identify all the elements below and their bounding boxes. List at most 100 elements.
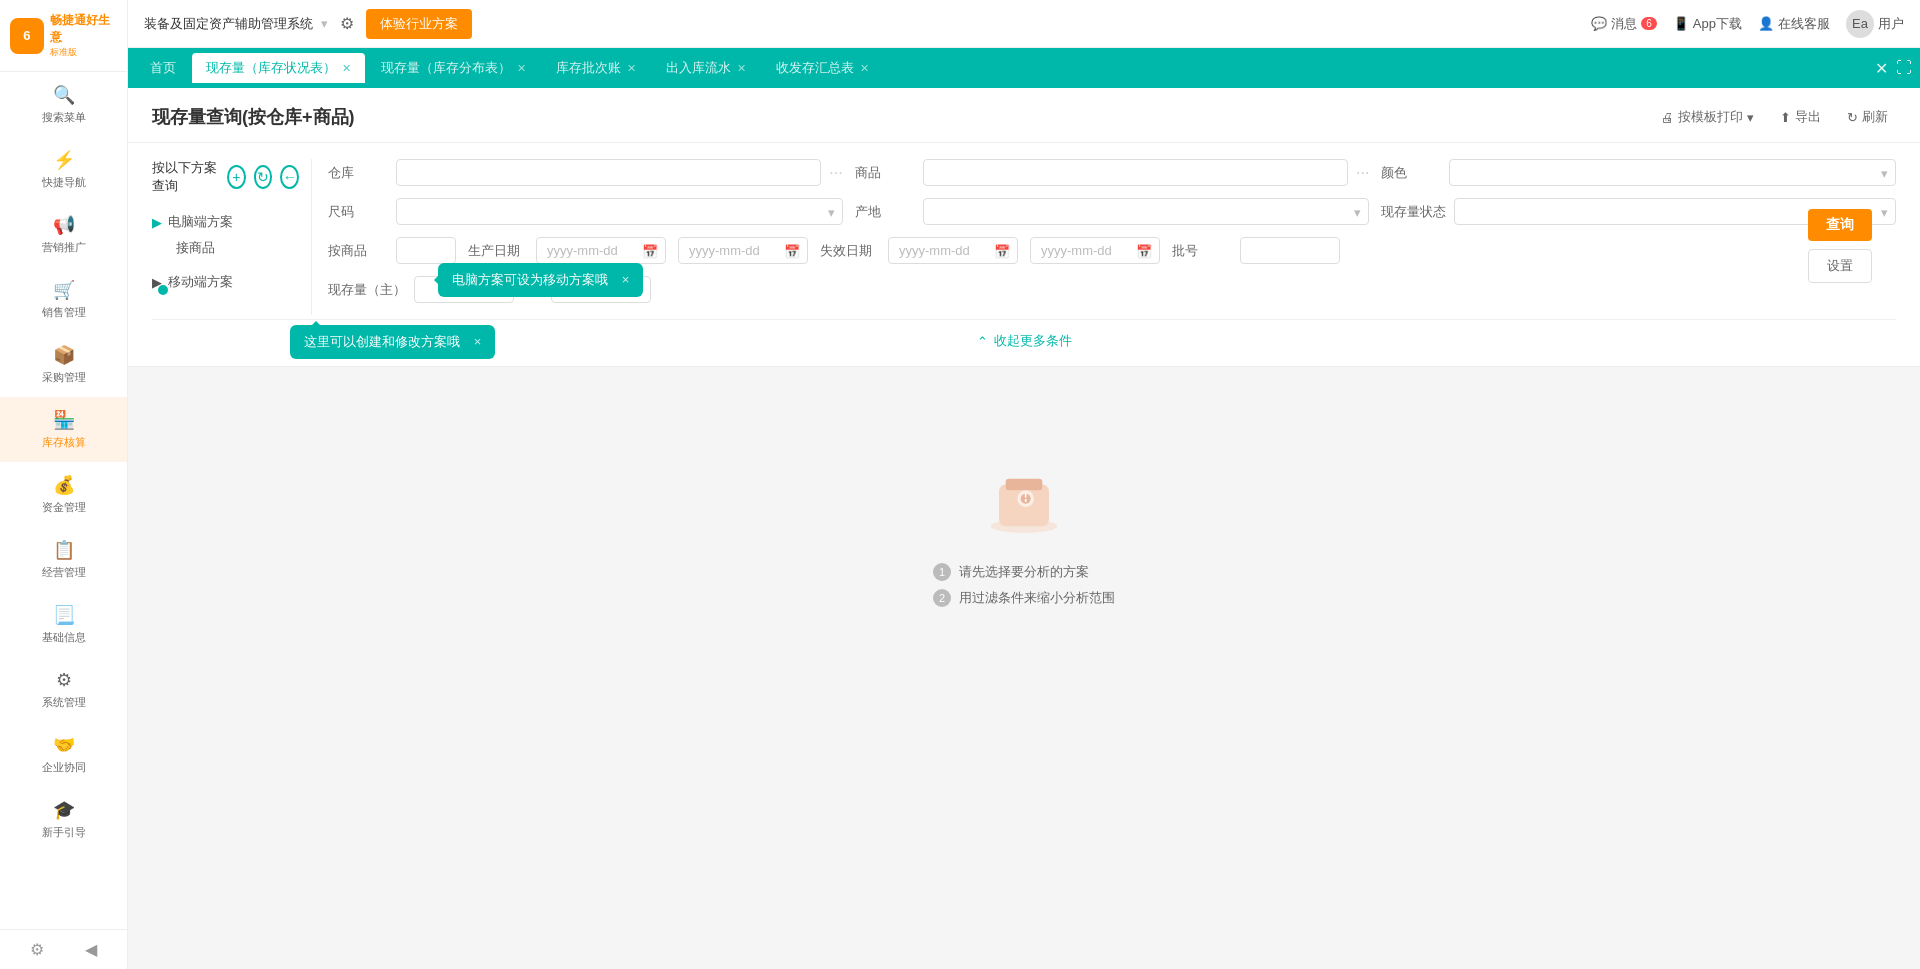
user-avatar-button[interactable]: Ea 用户 xyxy=(1846,10,1904,38)
batch-input[interactable] xyxy=(1240,237,1340,264)
search-button[interactable]: 查询 xyxy=(1808,209,1872,241)
tip-num-2: 2 xyxy=(933,589,951,607)
tab-inventory-dist-close[interactable]: ✕ xyxy=(517,62,526,75)
sidebar-item-enterprise[interactable]: 🤝 企业协同 xyxy=(0,722,127,787)
scheme-item-goods[interactable]: 接商品 xyxy=(152,235,299,261)
collapse-label: 收起更多条件 xyxy=(994,332,1072,350)
tab-in-out-flow[interactable]: 出入库流水 ✕ xyxy=(652,53,760,83)
back-scheme-button[interactable]: ← xyxy=(280,165,299,189)
chevron-up-icon: ⌃ xyxy=(977,334,988,349)
indicator-dot xyxy=(158,285,168,295)
print-template-button[interactable]: 🖨 按模板打印 ▾ xyxy=(1653,104,1762,130)
sidebar-item-newbie[interactable]: 🎓 新手引导 xyxy=(0,787,127,852)
desktop-scheme-label: 电脑端方案 xyxy=(168,213,233,231)
sidebar-item-label: 资金管理 xyxy=(42,500,86,515)
system-icon: ⚙ xyxy=(56,669,72,691)
main-content: 装备及固定资产辅助管理系统 ▾ ⚙ 体验行业方案 💬 消息 6 📱 App下载 … xyxy=(128,0,1920,969)
tab-home[interactable]: 首页 xyxy=(136,53,190,83)
tab-collect-send[interactable]: 收发存汇总表 ✕ xyxy=(762,53,883,83)
tab-collect-send-label: 收发存汇总表 xyxy=(776,59,854,77)
message-button[interactable]: 💬 消息 6 xyxy=(1591,15,1657,33)
desktop-scheme-header[interactable]: ▶ 电脑端方案 xyxy=(152,209,299,235)
size-select[interactable] xyxy=(396,198,843,225)
online-service-button[interactable]: 👤 在线客服 xyxy=(1758,15,1830,33)
refresh-button[interactable]: ↻ 刷新 xyxy=(1839,104,1896,130)
mobile-scheme-label: 移动端方案 xyxy=(168,273,233,291)
sidebar-item-sales[interactable]: 🛒 销售管理 xyxy=(0,267,127,332)
scheme-group-mobile: ▶ 移动端方案 xyxy=(152,269,299,295)
sidebar-item-finance[interactable]: 💰 资金管理 xyxy=(0,462,127,527)
tooltip-create-close[interactable]: × xyxy=(474,334,482,349)
tab-inventory-status-close[interactable]: ✕ xyxy=(342,62,351,75)
sidebar-item-search[interactable]: 🔍 搜索菜单 xyxy=(0,72,127,137)
goods-input[interactable] xyxy=(923,159,1348,186)
sales-icon: 🛒 xyxy=(53,279,75,301)
page-title: 现存量查询(按仓库+商品) xyxy=(152,105,355,129)
sidebar-item-operation[interactable]: 📋 经营管理 xyxy=(0,527,127,592)
category-input[interactable] xyxy=(396,237,456,264)
color-select[interactable] xyxy=(1449,159,1896,186)
produce-date-end-calendar-icon[interactable]: 📅 xyxy=(784,243,800,258)
category-field: 按商品 xyxy=(328,237,456,264)
sidebar: 6 畅捷通好生意 标准版 🔍 搜索菜单 ⚡ 快捷导航 📢 营销推广 🛒 销售管理… xyxy=(0,0,128,969)
operation-icon: 📋 xyxy=(53,539,75,561)
produce-date-label: 生产日期 xyxy=(468,242,528,260)
warehouse-input[interactable] xyxy=(396,159,821,186)
sidebar-item-marketing[interactable]: 📢 营销推广 xyxy=(0,202,127,267)
industry-plan-button[interactable]: 体验行业方案 xyxy=(366,9,472,39)
tab-inventory-status[interactable]: 现存量（库存状况表） ✕ xyxy=(192,53,365,83)
sidebar-item-guide[interactable]: ⚡ 快捷导航 xyxy=(0,137,127,202)
sidebar-item-label: 库存核算 xyxy=(42,435,86,450)
empty-tips: 1 请先选择要分析的方案 2 用过滤条件来缩小分析范围 xyxy=(933,559,1115,611)
app-download-button[interactable]: 📱 App下载 xyxy=(1673,15,1742,33)
goods-more-icon[interactable]: ··· xyxy=(1356,164,1369,182)
scheme-group-desktop: ▶ 电脑端方案 接商品 xyxy=(152,209,299,261)
expire-date-start-calendar-icon[interactable]: 📅 xyxy=(994,243,1010,258)
origin-select[interactable] xyxy=(923,198,1370,225)
sidebar-item-basic[interactable]: 📃 基础信息 xyxy=(0,592,127,657)
refresh-label: 刷新 xyxy=(1862,108,1888,126)
stock-status-dropdown-icon: ▾ xyxy=(1881,204,1888,219)
mobile-scheme-header[interactable]: ▶ 移动端方案 xyxy=(152,269,299,295)
close-all-tabs-button[interactable]: ✕ xyxy=(1875,59,1888,78)
tooltip-scheme-close[interactable]: × xyxy=(622,272,630,287)
filter-row-1: 仓库 ··· 商品 ··· 颜色 xyxy=(328,159,1896,186)
empty-illustration xyxy=(974,447,1074,547)
topbar-right: 💬 消息 6 📱 App下载 👤 在线客服 Ea 用户 xyxy=(1591,10,1904,38)
refresh-scheme-button[interactable]: ↻ xyxy=(254,165,273,189)
refresh-icon: ↻ xyxy=(1847,110,1858,125)
tab-inventory-dist[interactable]: 现存量（库存分布表） ✕ xyxy=(367,53,540,83)
color-label: 颜色 xyxy=(1381,164,1441,182)
export-button[interactable]: ⬆ 导出 xyxy=(1772,104,1829,130)
sidebar-item-inventory[interactable]: 🏪 库存核算 xyxy=(0,397,127,462)
goods-field: 商品 ··· xyxy=(855,159,1370,186)
tab-collect-send-close[interactable]: ✕ xyxy=(860,62,869,75)
sidebar-item-label: 新手引导 xyxy=(42,825,86,840)
avatar-text: Ea xyxy=(1852,16,1868,31)
system-dropdown-icon[interactable]: ▾ xyxy=(321,16,328,31)
service-icon: 👤 xyxy=(1758,16,1774,31)
print-icon: 🖨 xyxy=(1661,110,1674,125)
expire-date-end-calendar-icon[interactable]: 📅 xyxy=(1136,243,1152,258)
sidebar-item-label: 基础信息 xyxy=(42,630,86,645)
tab-inventory-batch-close[interactable]: ✕ xyxy=(627,62,636,75)
goods-label: 商品 xyxy=(855,164,915,182)
sidebar-item-system[interactable]: ⚙ 系统管理 xyxy=(0,657,127,722)
sidebar-item-label: 企业协同 xyxy=(42,760,86,775)
add-scheme-button[interactable]: + xyxy=(227,165,246,189)
tab-inventory-batch[interactable]: 库存批次账 ✕ xyxy=(542,53,650,83)
produce-date-start-calendar-icon[interactable]: 📅 xyxy=(642,243,658,258)
gear-button[interactable]: ⚙ xyxy=(340,14,354,33)
user-avatar: Ea xyxy=(1846,10,1874,38)
message-icon: 💬 xyxy=(1591,16,1607,31)
tab-inventory-batch-label: 库存批次账 xyxy=(556,59,621,77)
sidebar-item-purchase[interactable]: 📦 采购管理 xyxy=(0,332,127,397)
online-service-label: 在线客服 xyxy=(1778,15,1830,33)
tab-in-out-flow-close[interactable]: ✕ xyxy=(737,62,746,75)
expand-button[interactable]: ⛶ xyxy=(1896,59,1912,77)
reset-button[interactable]: 设置 xyxy=(1808,249,1872,283)
tab-in-out-flow-label: 出入库流水 xyxy=(666,59,731,77)
settings-button[interactable]: ⚙ xyxy=(30,940,44,959)
warehouse-more-icon[interactable]: ··· xyxy=(829,164,842,182)
collapse-sidebar-button[interactable]: ◀ xyxy=(85,940,97,959)
